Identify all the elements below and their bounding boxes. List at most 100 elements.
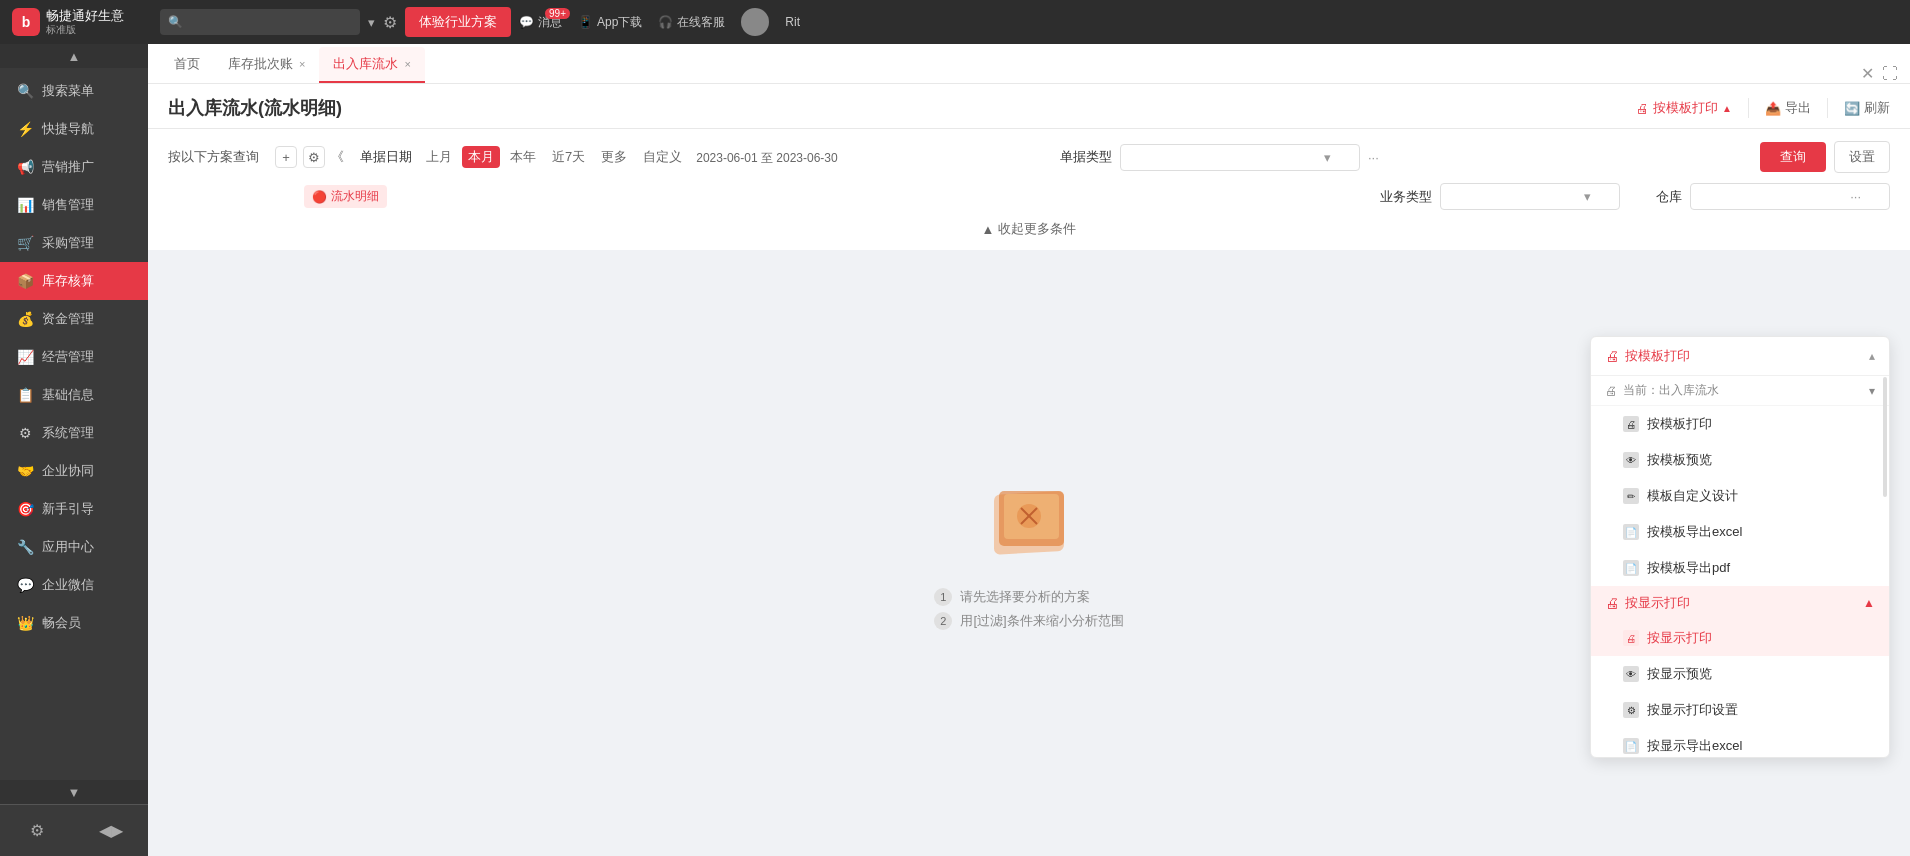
sidebar-item-purchase[interactable]: 🛒 采购管理 bbox=[0, 224, 148, 262]
message-icon: 💬 bbox=[519, 15, 534, 29]
export-icon: 📤 bbox=[1765, 101, 1781, 116]
dropdown-section-display[interactable]: 🖨 按显示打印 ▲ bbox=[1591, 586, 1889, 620]
date-opt-more[interactable]: 更多 bbox=[595, 146, 633, 168]
doc-type-dropdown-icon: ▾ bbox=[1324, 150, 1331, 165]
filter-tag-item: 🔴 流水明细 bbox=[304, 185, 387, 208]
dropdown-item-display-settings[interactable]: ⚙ 按显示打印设置 bbox=[1591, 692, 1889, 728]
tab-inout-flow[interactable]: 出入库流水 × bbox=[319, 47, 424, 83]
collapse-btn[interactable]: ▲ 收起更多条件 bbox=[982, 220, 1077, 238]
dropdown-item-template-pdf[interactable]: 📄 按模板导出pdf bbox=[1591, 550, 1889, 586]
sidebar-item-system[interactable]: ⚙ 系统管理 bbox=[0, 414, 148, 452]
date-label: 单据日期 bbox=[360, 148, 412, 166]
sidebar-label-marketing: 营销推广 bbox=[42, 158, 94, 176]
system-icon: ⚙ bbox=[16, 424, 34, 442]
warehouse-select[interactable]: ··· bbox=[1690, 183, 1890, 210]
tab-batch-account[interactable]: 库存批次账 × bbox=[214, 47, 319, 83]
date-opt-7days[interactable]: 近7天 bbox=[546, 146, 591, 168]
dropdown-item-display-preview[interactable]: 👁 按显示预览 bbox=[1591, 656, 1889, 692]
sidebar-item-sales[interactable]: 📊 销售管理 bbox=[0, 186, 148, 224]
dropdown-item-display-print[interactable]: 🖨 按显示打印 bbox=[1591, 620, 1889, 656]
query-btn[interactable]: 查询 bbox=[1760, 142, 1826, 172]
dropdown-item-template-custom[interactable]: ✏ 模板自定义设计 bbox=[1591, 478, 1889, 514]
sidebar-scroll-down[interactable]: ▼ bbox=[0, 780, 148, 804]
date-range-display: 2023-06-01 至 2023-06-30 bbox=[696, 148, 837, 167]
dropdown-icon[interactable]: ▾ bbox=[368, 15, 375, 30]
display-print-icon: 🖨 bbox=[1623, 630, 1639, 646]
tab-inout-flow-close[interactable]: × bbox=[404, 58, 410, 70]
window-close-btn[interactable]: ✕ bbox=[1861, 64, 1874, 83]
settings-icon[interactable]: ⚙ bbox=[383, 13, 397, 32]
sales-icon: 📊 bbox=[16, 196, 34, 214]
dropdown-current[interactable]: 🖨 当前：出入库流水 ▾ bbox=[1591, 376, 1889, 406]
sidebar-item-operations[interactable]: 📈 经营管理 bbox=[0, 338, 148, 376]
sidebar-item-inventory[interactable]: 📦 库存核算 bbox=[0, 262, 148, 300]
filter-add-btn[interactable]: + bbox=[275, 146, 297, 168]
newbie-icon: 🎯 bbox=[16, 500, 34, 518]
dropdown-expand-btn[interactable]: ▴ bbox=[1869, 349, 1875, 363]
content-area: 首页 库存批次账 × 出入库流水 × ✕ ⛶ 出入库流水(流水明细) 🖨 bbox=[148, 44, 1910, 856]
empty-tip-2: 2 用[过滤]条件来缩小分析范围 bbox=[934, 612, 1123, 630]
sidebar-item-finance[interactable]: 💰 资金管理 bbox=[0, 300, 148, 338]
dropdown-scrollbar[interactable] bbox=[1883, 377, 1887, 497]
sidebar-item-app-center[interactable]: 🔧 应用中心 bbox=[0, 528, 148, 566]
top-search-bar[interactable]: 🔍 bbox=[160, 9, 360, 35]
doc-type-more[interactable]: ··· bbox=[1368, 150, 1379, 165]
filter-section-label: 按以下方案查询 bbox=[168, 148, 259, 166]
template-print-label: 按模板打印 bbox=[1647, 415, 1712, 433]
tab-batch-account-close[interactable]: × bbox=[299, 58, 305, 70]
filter-collapse-icon[interactable]: 《 bbox=[331, 148, 344, 166]
sidebar-item-quick-nav[interactable]: ⚡ 快捷导航 bbox=[0, 110, 148, 148]
print-btn[interactable]: 🖨 按模板打印 ▲ bbox=[1636, 99, 1732, 117]
doc-type-select[interactable]: ▾ bbox=[1120, 144, 1360, 171]
message-icon-item[interactable]: 💬 消息 99+ bbox=[519, 14, 562, 31]
user-avatar[interactable] bbox=[741, 8, 769, 36]
date-options: 上月 本月 本年 近7天 更多 自定义 bbox=[420, 146, 688, 168]
dropdown-item-template-preview[interactable]: 👁 按模板预览 bbox=[1591, 442, 1889, 478]
sidebar-collapse-btn[interactable]: ◀▶ bbox=[74, 813, 148, 848]
sidebar-item-basic[interactable]: 📋 基础信息 bbox=[0, 376, 148, 414]
date-opt-this-year[interactable]: 本年 bbox=[504, 146, 542, 168]
page-title: 出入库流水(流水明细) bbox=[168, 96, 342, 120]
main-layout: ▲ 🔍 搜索菜单 ⚡ 快捷导航 📢 营销推广 📊 销售管理 🛒 采购管理 bbox=[0, 44, 1910, 856]
finance-icon: 💰 bbox=[16, 310, 34, 328]
collapse-icon: ▲ bbox=[982, 222, 995, 237]
app-download-item[interactable]: 📱 App下载 bbox=[578, 14, 642, 31]
sidebar-settings-btn[interactable]: ⚙ bbox=[0, 813, 74, 848]
sidebar-item-wechat[interactable]: 💬 企业微信 bbox=[0, 566, 148, 604]
tab-bar-right: ✕ ⛶ bbox=[1861, 64, 1898, 83]
template-excel-label: 按模板导出excel bbox=[1647, 523, 1742, 541]
sidebar-scroll-up[interactable]: ▲ bbox=[0, 44, 148, 68]
current-template-label: 🖨 当前：出入库流水 bbox=[1605, 382, 1719, 399]
app-version: 标准版 bbox=[46, 24, 124, 36]
sidebar-item-marketing[interactable]: 📢 营销推广 bbox=[0, 148, 148, 186]
date-opt-custom[interactable]: 自定义 bbox=[637, 146, 688, 168]
tip-2-text: 用[过滤]条件来缩小分析范围 bbox=[960, 612, 1123, 630]
dropdown-item-display-excel[interactable]: 📄 按显示导出excel bbox=[1591, 728, 1889, 757]
online-service-item[interactable]: 🎧 在线客服 bbox=[658, 14, 725, 31]
sidebar-item-newbie[interactable]: 🎯 新手引导 bbox=[0, 490, 148, 528]
dropdown-item-template-print[interactable]: 🖨 按模板打印 bbox=[1591, 406, 1889, 442]
empty-tip-1: 1 请先选择要分析的方案 bbox=[934, 588, 1090, 606]
date-opt-this-month[interactable]: 本月 bbox=[462, 146, 500, 168]
sidebar-item-cooperation[interactable]: 🤝 企业协同 bbox=[0, 452, 148, 490]
sidebar-item-search[interactable]: 🔍 搜索菜单 bbox=[0, 72, 148, 110]
display-excel-icon: 📄 bbox=[1623, 738, 1639, 754]
filter-setting-btn[interactable]: ⚙ bbox=[303, 146, 325, 168]
tab-batch-account-label: 库存批次账 bbox=[228, 55, 293, 73]
printer-header-icon: 🖨 bbox=[1605, 348, 1619, 364]
export-btn[interactable]: 📤 导出 bbox=[1765, 99, 1811, 117]
settings-btn[interactable]: 设置 bbox=[1834, 141, 1890, 173]
sidebar-label-search: 搜索菜单 bbox=[42, 82, 94, 100]
dropdown-title: 🖨 按模板打印 bbox=[1605, 347, 1690, 365]
date-opt-last-month[interactable]: 上月 bbox=[420, 146, 458, 168]
industry-btn[interactable]: 体验行业方案 bbox=[405, 7, 511, 37]
logo-text: 畅捷通好生意 标准版 bbox=[46, 8, 124, 36]
window-expand-btn[interactable]: ⛶ bbox=[1882, 65, 1898, 83]
refresh-btn[interactable]: 🔄 刷新 bbox=[1844, 99, 1890, 117]
dropdown-header: 🖨 按模板打印 ▴ bbox=[1591, 337, 1889, 376]
dropdown-item-template-excel[interactable]: 📄 按模板导出excel bbox=[1591, 514, 1889, 550]
sidebar-item-member[interactable]: 👑 畅会员 bbox=[0, 604, 148, 642]
tab-home[interactable]: 首页 bbox=[160, 47, 214, 83]
display-preview-icon: 👁 bbox=[1623, 666, 1639, 682]
business-type-select[interactable]: ▾ bbox=[1440, 183, 1620, 210]
